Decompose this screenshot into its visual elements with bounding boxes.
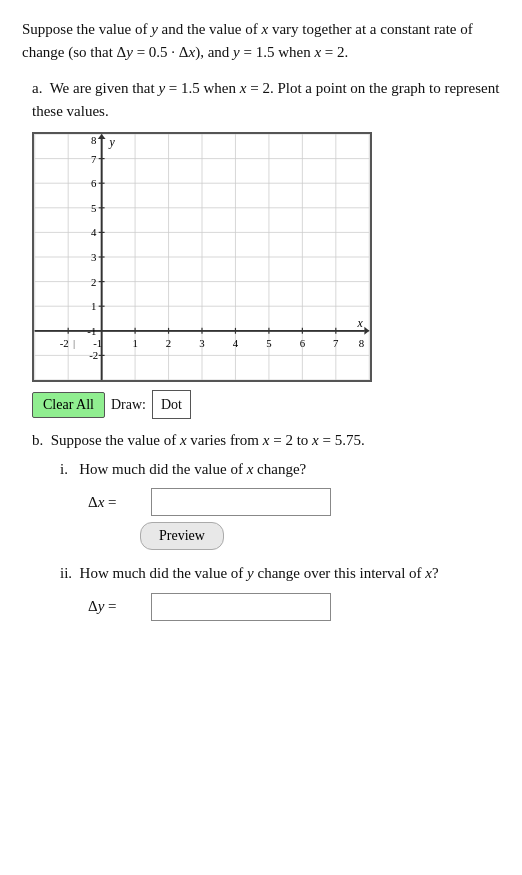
- svg-text:-2: -2: [60, 337, 69, 349]
- grid-svg: -2 | -1 1 2 3 4 5 6 7 8 x -1 -2 1 2 3 4: [34, 134, 370, 380]
- clear-all-button[interactable]: Clear All: [32, 392, 105, 418]
- svg-text:-1: -1: [93, 337, 102, 349]
- subpart-i-label: i. How much did the value of x change?: [60, 458, 500, 481]
- svg-text:3: 3: [199, 337, 204, 349]
- delta-y-row: Δy =: [88, 593, 500, 621]
- svg-text:8: 8: [359, 337, 364, 349]
- svg-text:x: x: [356, 316, 363, 330]
- coordinate-graph[interactable]: -2 | -1 1 2 3 4 5 6 7 8 x -1 -2 1 2 3 4: [32, 132, 372, 382]
- part-a: a. We are given that y = 1.5 when x = 2.…: [32, 77, 500, 419]
- delta-x-input[interactable]: [151, 488, 331, 516]
- subpart-ii-label: ii. How much did the value of y change o…: [60, 562, 500, 585]
- delta-y-input[interactable]: [151, 593, 331, 621]
- subpart-i: i. How much did the value of x change? Δ…: [60, 458, 500, 551]
- graph-container: -2 | -1 1 2 3 4 5 6 7 8 x -1 -2 1 2 3 4: [32, 132, 500, 382]
- part-b-label: b. Suppose the value of x varies from x …: [32, 429, 500, 452]
- svg-text:1: 1: [91, 300, 96, 312]
- intro-paragraph: Suppose the value of y and the value of …: [22, 18, 500, 63]
- svg-marker-25: [98, 134, 106, 139]
- svg-text:2: 2: [166, 337, 171, 349]
- delta-x-row: Δx =: [88, 488, 500, 516]
- svg-text:8: 8: [91, 134, 96, 146]
- delta-y-label: Δy =: [88, 595, 143, 618]
- part-a-label: a. We are given that y = 1.5 when x = 2.…: [32, 77, 500, 122]
- svg-text:-1: -1: [87, 325, 96, 337]
- svg-text:5: 5: [266, 337, 271, 349]
- svg-text:3: 3: [91, 251, 96, 263]
- part-b: b. Suppose the value of x varies from x …: [32, 429, 500, 621]
- subpart-ii: ii. How much did the value of y change o…: [60, 562, 500, 621]
- svg-text:2: 2: [91, 276, 96, 288]
- svg-text:7: 7: [91, 153, 97, 165]
- svg-text:y: y: [109, 135, 116, 149]
- svg-text:6: 6: [91, 177, 97, 189]
- svg-text:4: 4: [91, 226, 97, 238]
- delta-x-label: Δx =: [88, 491, 143, 514]
- svg-text:1: 1: [132, 337, 137, 349]
- svg-text:7: 7: [333, 337, 339, 349]
- svg-text:|: |: [73, 337, 75, 349]
- svg-text:6: 6: [300, 337, 306, 349]
- svg-marker-23: [364, 327, 369, 335]
- svg-text:-2: -2: [89, 349, 98, 361]
- draw-label: Draw:: [111, 394, 146, 415]
- svg-text:4: 4: [233, 337, 239, 349]
- preview-button[interactable]: Preview: [140, 522, 224, 550]
- svg-text:5: 5: [91, 202, 96, 214]
- draw-type-selector[interactable]: Dot: [152, 390, 191, 419]
- graph-controls: Clear All Draw: Dot: [32, 390, 500, 419]
